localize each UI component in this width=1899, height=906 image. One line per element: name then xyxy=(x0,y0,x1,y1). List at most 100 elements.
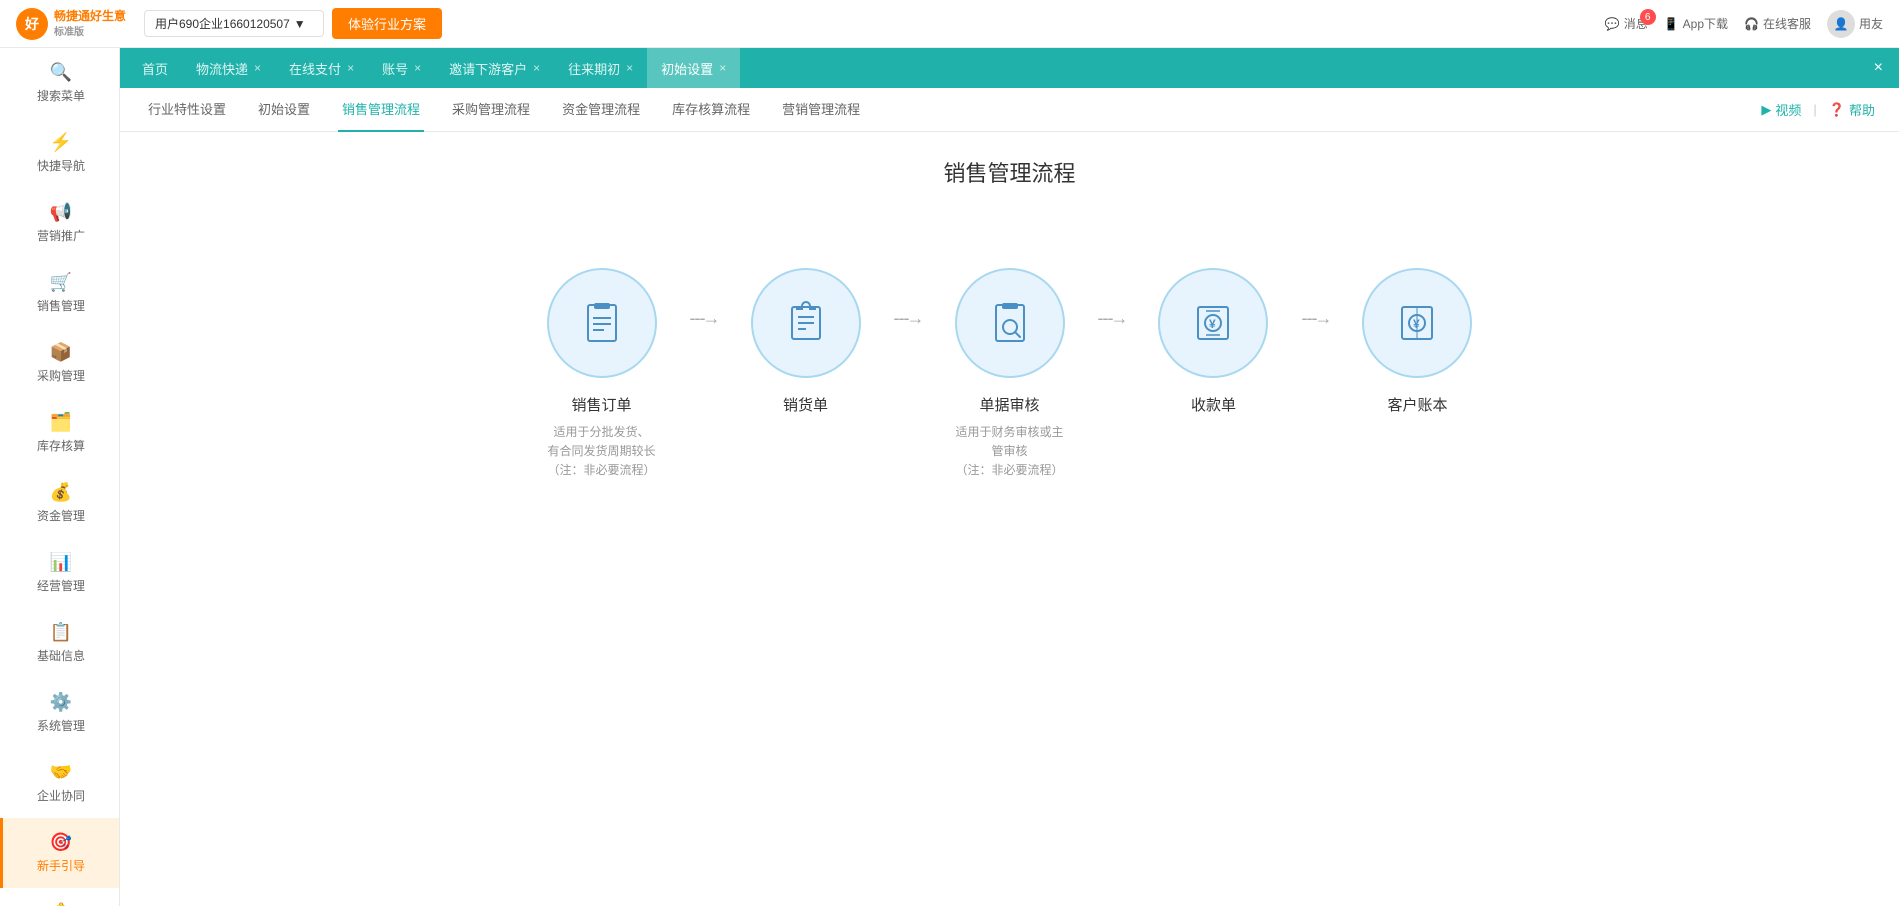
sidebar-item-appstore[interactable]: 🔔应用中心 xyxy=(0,888,119,906)
trial-button[interactable]: 体验行业方案 xyxy=(332,8,442,39)
sidebar-item-label: 资金管理 xyxy=(37,507,85,524)
sidebar-item-purchase[interactable]: 📦采购管理 xyxy=(0,328,119,398)
content-area: 首页物流快递×在线支付×账号×邀请下游客户×往来期初×初始设置× × 行业特性设… xyxy=(120,48,1899,906)
message-icon: 💬 xyxy=(1605,17,1620,31)
sidebar-item-operation[interactable]: 📊经营管理 xyxy=(0,538,119,608)
sales-icon: 🛒 xyxy=(50,272,72,293)
chevron-down-icon: ▼ xyxy=(294,17,306,31)
sidebar-item-capital[interactable]: 💰 资金管理 xyxy=(0,468,119,538)
sidebar-item-label: 采购管理 xyxy=(37,367,85,384)
flow-label-sales-order: 销售订单 xyxy=(572,394,632,415)
flow-arrow-1: - - -→ xyxy=(690,268,718,329)
flow-circle-receipt: ¥ xyxy=(1158,268,1268,378)
top-bar-right: 💬 消息 6 📱 App下载 🎧 在线客服 👤 用友 xyxy=(1605,10,1883,38)
video-link[interactable]: ▶ 视频 xyxy=(1761,100,1801,119)
newbie-icon: 🎯 xyxy=(50,832,72,853)
sidebar-item-sales[interactable]: 🛒销售管理 xyxy=(0,258,119,328)
nav-tab-label-period: 往来期初 xyxy=(568,59,620,78)
quick-icon: ⚡ xyxy=(50,132,72,153)
nav-tab-close-setup[interactable]: × xyxy=(719,61,726,75)
app-download-icon: 📱 xyxy=(1664,17,1679,31)
sidebar: 🔍搜索菜单 ⚡ 快捷导航 📢 营销推广 🛒销售管理📦采购管理🗂️库存核算 💰 资金管理 📊经营管… xyxy=(0,48,120,906)
divider: | xyxy=(1813,102,1816,117)
sub-tabs-right: ▶ 视频 | ❓ 帮助 xyxy=(1761,100,1875,119)
nav-tab-label-home: 首页 xyxy=(142,59,168,78)
flow-step-receipt[interactable]: ¥ 收款单 xyxy=(1133,268,1293,423)
system-icon: ⚙️ xyxy=(50,692,72,713)
nav-tab-period[interactable]: 往来期初 × xyxy=(554,48,647,88)
nav-tab-label-payment: 在线支付 xyxy=(289,59,341,78)
app-download-button[interactable]: 📱 App下载 xyxy=(1664,15,1728,32)
sidebar-item-search[interactable]: 🔍搜索菜单 xyxy=(0,48,119,118)
marketing-icon: 📢 xyxy=(50,202,72,223)
operation-icon: 📊 xyxy=(50,552,72,573)
user-name: 用友 xyxy=(1859,15,1883,32)
sidebar-item-label: 营销推广 xyxy=(37,227,85,244)
nav-tab-close-logistics[interactable]: × xyxy=(254,61,261,75)
sidebar-item-quick[interactable]: ⚡ 快捷导航 xyxy=(0,118,119,188)
nav-tab-payment[interactable]: 在线支付 × xyxy=(275,48,368,88)
nav-tab-home[interactable]: 首页 xyxy=(128,48,182,88)
nav-tab-invite[interactable]: 邀请下游客户× xyxy=(435,48,554,88)
flow-desc-sales-order: 适用于分批发货、有合同发货周期较长（注：非必要流程） xyxy=(548,423,656,481)
headset-icon: 🎧 xyxy=(1744,17,1759,31)
nav-tab-label-logistics: 物流快递 xyxy=(196,59,248,78)
nav-tab-label-setup: 初始设置 xyxy=(661,59,713,78)
sidebar-item-label: 企业协同 xyxy=(37,787,85,804)
user-selector-label: 用户690企业1660120507 xyxy=(155,15,290,32)
video-icon: ▶ xyxy=(1761,102,1771,118)
page-title: 销售管理流程 xyxy=(144,156,1875,188)
messages-badge: 6 xyxy=(1640,9,1656,25)
logo-text: 畅捷通好生意 xyxy=(54,9,126,23)
flow-step-sales-invoice[interactable]: 销货单 xyxy=(726,268,886,423)
sidebar-item-system[interactable]: ⚙️系统管理 xyxy=(0,678,119,748)
nav-tab-close-account[interactable]: × xyxy=(414,61,421,75)
sidebar-item-newbie[interactable]: 🎯 新手引导 xyxy=(0,818,119,888)
flow-step-customer-account[interactable]: ¥ 客户账本 xyxy=(1337,268,1497,423)
sub-tab-sales[interactable]: 销售管理流程 xyxy=(338,88,424,132)
nav-tab-close-payment[interactable]: × xyxy=(347,61,354,75)
flow-circle-sales-order xyxy=(547,268,657,378)
nav-tab-label-account: 账号 xyxy=(382,59,408,78)
sub-tab-initial[interactable]: 初始设置 xyxy=(254,88,314,132)
nav-tab-close-invite[interactable]: × xyxy=(533,61,540,75)
logo-sub: 标准版 xyxy=(54,23,126,38)
customer-service-button[interactable]: 🎧 在线客服 xyxy=(1744,15,1811,32)
flow-circle-customer-account: ¥ xyxy=(1362,268,1472,378)
help-link[interactable]: ❓ 帮助 xyxy=(1829,100,1875,119)
sub-tab-marketing[interactable]: 营销管理流程 xyxy=(778,88,864,132)
sidebar-item-inventory[interactable]: 🗂️库存核算 xyxy=(0,398,119,468)
logo-area: 好 畅捷通好生意 标准版 xyxy=(16,8,136,40)
sidebar-item-basic[interactable]: 📋基础信息 xyxy=(0,608,119,678)
sidebar-item-label: 新手引导 xyxy=(37,857,85,874)
sub-tab-industry[interactable]: 行业特性设置 xyxy=(144,88,230,132)
nav-close-button[interactable]: × xyxy=(1866,59,1891,77)
flow-diagram: 销售订单 适用于分批发货、有合同发货周期较长（注：非必要流程） - - -→ 销… xyxy=(144,248,1875,501)
user-menu[interactable]: 👤 用友 xyxy=(1827,10,1883,38)
nav-tab-account[interactable]: 账号 × xyxy=(368,48,435,88)
customer-service-label: 在线客服 xyxy=(1763,15,1811,32)
capital-icon: 💰 xyxy=(50,482,72,503)
nav-tab-close-period[interactable]: × xyxy=(626,61,633,75)
sub-tab-inventory[interactable]: 库存核算流程 xyxy=(668,88,754,132)
flow-step-doc-review[interactable]: 单据审核 适用于财务审核或主管审核（注：非必要流程） xyxy=(930,268,1090,481)
sidebar-item-enterprise[interactable]: 🤝企业协同 xyxy=(0,748,119,818)
sidebar-item-label: 快捷导航 xyxy=(37,157,85,174)
sidebar-item-label: 基础信息 xyxy=(37,647,85,664)
nav-tab-setup[interactable]: 初始设置 × xyxy=(647,48,740,88)
flow-step-sales-order[interactable]: 销售订单 适用于分批发货、有合同发货周期较长（注：非必要流程） xyxy=(522,268,682,481)
logo-icon: 好 xyxy=(16,8,48,40)
flow-label-receipt: 收款单 xyxy=(1191,394,1236,415)
flow-label-customer-account: 客户账本 xyxy=(1387,394,1447,415)
svg-text:¥: ¥ xyxy=(1209,317,1216,331)
sidebar-item-marketing[interactable]: 📢 营销推广 xyxy=(0,188,119,258)
nav-tab-logistics[interactable]: 物流快递 × xyxy=(182,48,275,88)
page-content: 销售管理流程 销售订单 适用于分批发货、有合同发货周期较长（注：非必要流程） -… xyxy=(120,132,1899,906)
user-selector[interactable]: 用户690企业1660120507 ▼ xyxy=(144,10,324,37)
sidebar-item-label: 库存核算 xyxy=(37,437,85,454)
sub-tab-capital[interactable]: 资金管理流程 xyxy=(558,88,644,132)
messages-button[interactable]: 💬 消息 6 xyxy=(1605,15,1648,32)
sub-tab-purchase[interactable]: 采购管理流程 xyxy=(448,88,534,132)
flow-arrow-2: - - -→ xyxy=(894,268,922,329)
avatar: 👤 xyxy=(1827,10,1855,38)
